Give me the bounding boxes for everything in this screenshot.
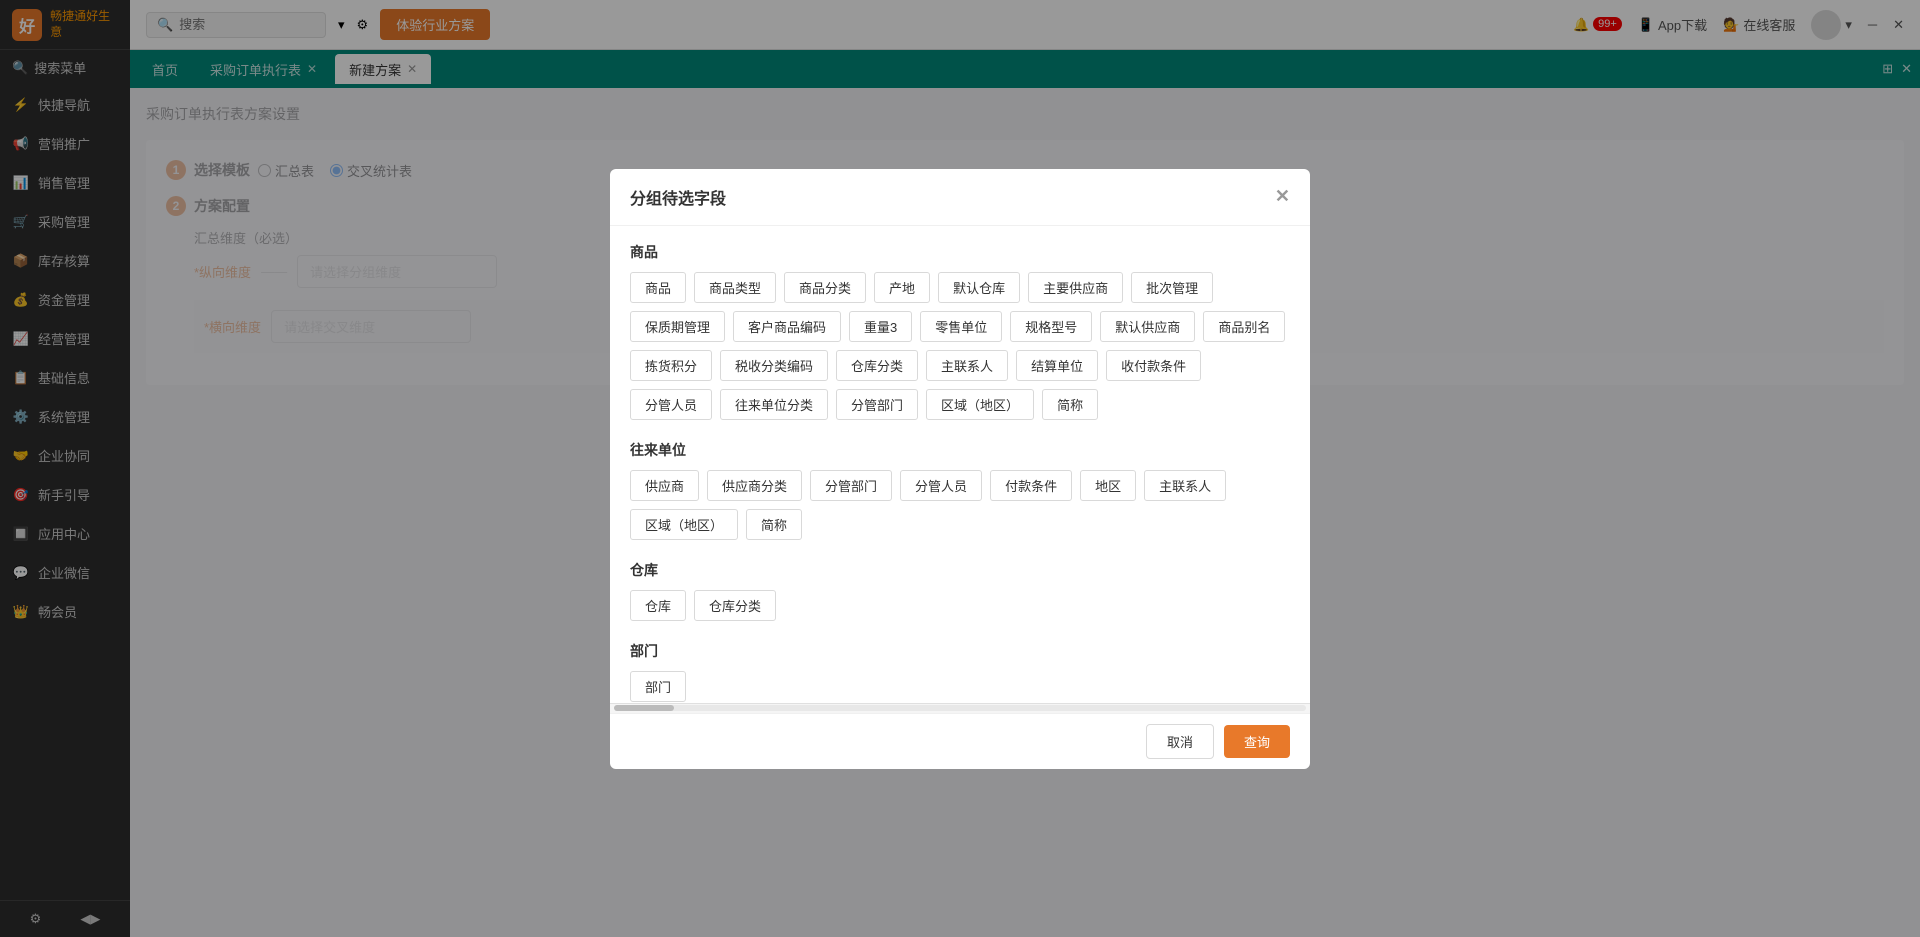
field-tag[interactable]: 保质期管理: [630, 311, 725, 342]
field-tag[interactable]: 仓库: [630, 590, 686, 621]
field-tag[interactable]: 仓库分类: [694, 590, 776, 621]
field-tag[interactable]: 简称: [746, 509, 802, 540]
field-tag[interactable]: 商品类型: [694, 272, 776, 303]
field-tag[interactable]: 主要供应商: [1028, 272, 1123, 303]
field-tag[interactable]: 商品别名: [1203, 311, 1285, 342]
field-tag[interactable]: 批次管理: [1131, 272, 1213, 303]
modal-body: 商品 商品 商品类型 商品分类 产地 默认仓库 主要供应商 批次管理 保质期管理…: [610, 226, 1310, 704]
field-tag[interactable]: 简称: [1042, 389, 1098, 420]
modal-title: 分组待选字段: [630, 185, 726, 209]
field-tag[interactable]: 税收分类编码: [720, 350, 828, 381]
field-tag[interactable]: 收付款条件: [1106, 350, 1201, 381]
field-tag[interactable]: 默认仓库: [938, 272, 1020, 303]
partner-field-tags: 供应商 供应商分类 分管部门 分管人员 付款条件 地区 主联系人 区域（地区） …: [630, 470, 1290, 540]
field-tag[interactable]: 零售单位: [920, 311, 1002, 342]
field-tag[interactable]: 付款条件: [990, 470, 1072, 501]
field-tag[interactable]: 主联系人: [1144, 470, 1226, 501]
field-tag[interactable]: 重量3: [849, 311, 912, 342]
hscroll-thumb: [614, 705, 674, 711]
field-tag[interactable]: 区域（地区）: [926, 389, 1034, 420]
field-tag[interactable]: 客户商品编码: [733, 311, 841, 342]
field-tag[interactable]: 地区: [1080, 470, 1136, 501]
field-tag[interactable]: 默认供应商: [1100, 311, 1195, 342]
field-tag[interactable]: 部门: [630, 671, 686, 702]
field-group-warehouse: 仓库 仓库 仓库分类: [630, 560, 1290, 621]
field-tag[interactable]: 商品分类: [784, 272, 866, 303]
modal-hscroll[interactable]: [610, 703, 1310, 712]
field-tag[interactable]: 分管部门: [810, 470, 892, 501]
partner-group-title: 往来单位: [630, 440, 1290, 460]
field-select-modal: 分组待选字段 ✕ 商品 商品 商品类型 商品分类 产地 默认仓库 主要供应商 批…: [610, 169, 1310, 769]
field-tag[interactable]: 往来单位分类: [720, 389, 828, 420]
field-tag[interactable]: 分管人员: [630, 389, 712, 420]
product-group-title: 商品: [630, 242, 1290, 262]
field-tag[interactable]: 分管人员: [900, 470, 982, 501]
department-field-tags: 部门: [630, 671, 1290, 702]
field-tag[interactable]: 拣货积分: [630, 350, 712, 381]
field-group-department: 部门 部门: [630, 641, 1290, 702]
hscroll-track: [614, 705, 1306, 711]
warehouse-group-title: 仓库: [630, 560, 1290, 580]
modal-close-btn[interactable]: ✕: [1275, 186, 1290, 207]
warehouse-field-tags: 仓库 仓库分类: [630, 590, 1290, 621]
product-field-tags: 商品 商品类型 商品分类 产地 默认仓库 主要供应商 批次管理 保质期管理 客户…: [630, 272, 1290, 420]
modal-footer: 取消 查询: [610, 713, 1310, 769]
field-tag[interactable]: 结算单位: [1016, 350, 1098, 381]
modal-header: 分组待选字段 ✕: [610, 169, 1310, 226]
field-tag[interactable]: 区域（地区）: [630, 509, 738, 540]
field-tag[interactable]: 规格型号: [1010, 311, 1092, 342]
department-group-title: 部门: [630, 641, 1290, 661]
field-group-product: 商品 商品 商品类型 商品分类 产地 默认仓库 主要供应商 批次管理 保质期管理…: [630, 242, 1290, 420]
field-tag[interactable]: 主联系人: [926, 350, 1008, 381]
field-tag[interactable]: 供应商: [630, 470, 699, 501]
field-group-partner: 往来单位 供应商 供应商分类 分管部门 分管人员 付款条件 地区 主联系人 区域…: [630, 440, 1290, 540]
cancel-button[interactable]: 取消: [1146, 724, 1214, 759]
field-tag[interactable]: 供应商分类: [707, 470, 802, 501]
confirm-button[interactable]: 查询: [1224, 725, 1290, 758]
field-tag[interactable]: 分管部门: [836, 389, 918, 420]
field-tag[interactable]: 仓库分类: [836, 350, 918, 381]
field-tag[interactable]: 产地: [874, 272, 930, 303]
field-tag[interactable]: 商品: [630, 272, 686, 303]
